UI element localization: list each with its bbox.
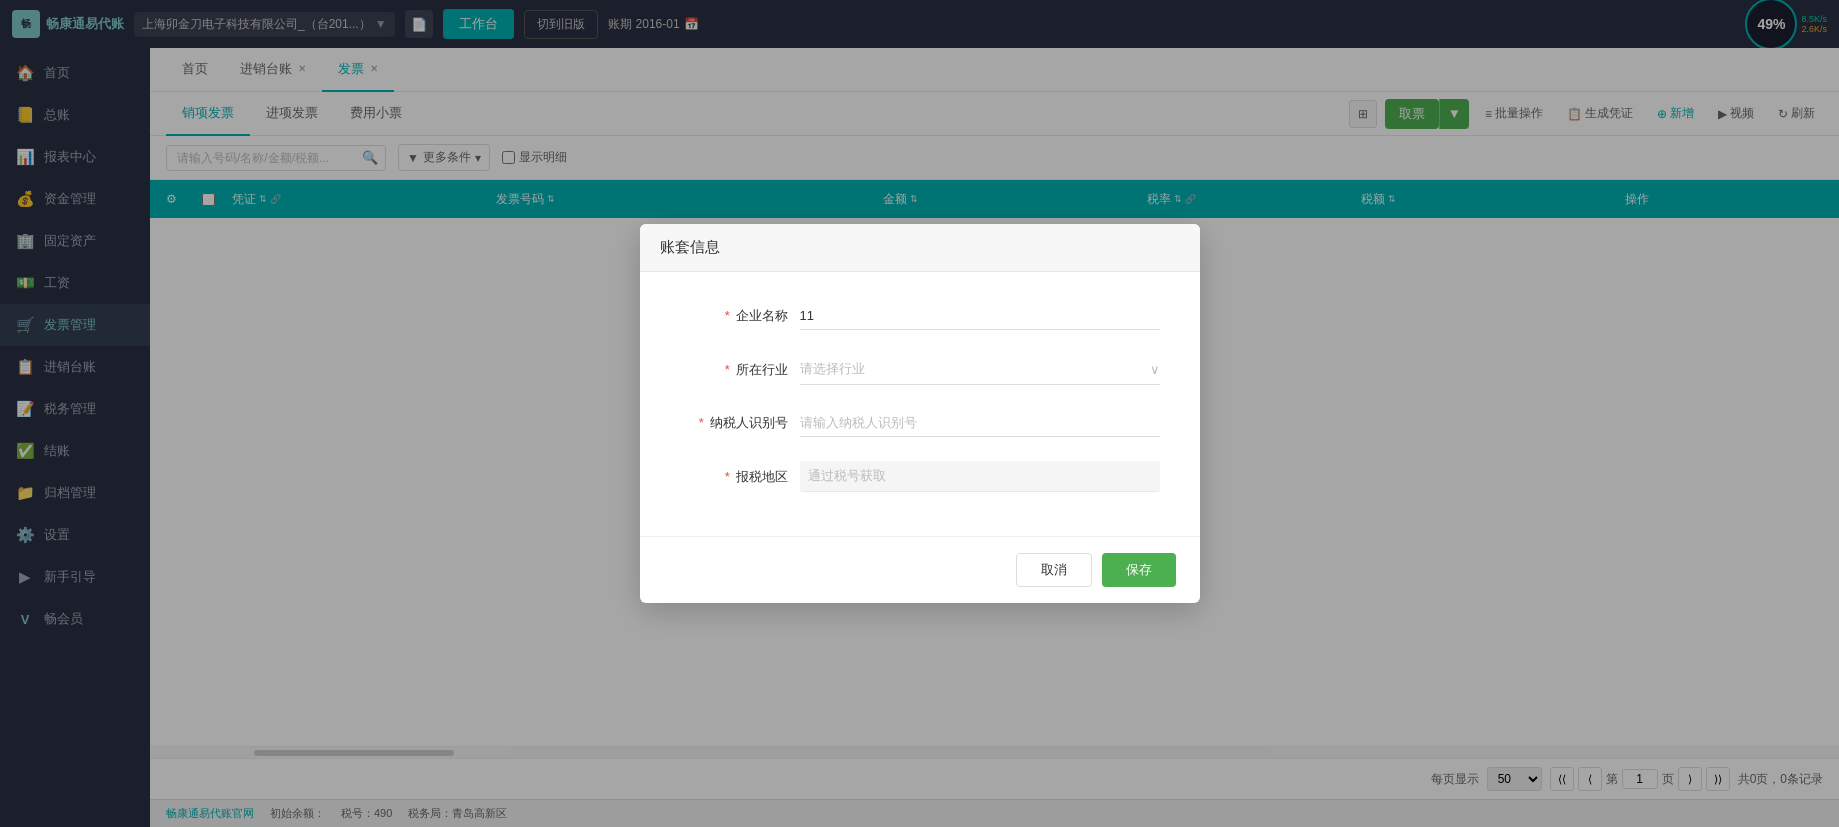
required-star: * — [725, 308, 730, 323]
tax-id-input[interactable] — [800, 409, 1160, 437]
industry-label: * 所在行业 — [680, 361, 800, 379]
taxid-label: * 纳税人识别号 — [680, 414, 800, 432]
company-label: * 企业名称 — [680, 307, 800, 325]
save-button[interactable]: 保存 — [1102, 553, 1176, 587]
tax-region-field: 通过税号获取 — [800, 461, 1160, 492]
required-star-industry: * — [725, 362, 730, 377]
modal-footer: 取消 保存 — [640, 536, 1200, 603]
modal-overlay[interactable]: 账套信息 * 企业名称 * 所在行业 请选择行业 ∨ — [0, 0, 1839, 827]
industry-select[interactable]: 请选择行业 ∨ — [800, 354, 1160, 385]
modal-dialog: 账套信息 * 企业名称 * 所在行业 请选择行业 ∨ — [640, 224, 1200, 603]
company-name-input[interactable] — [800, 302, 1160, 330]
required-star-region: * — [725, 469, 730, 484]
modal-body: * 企业名称 * 所在行业 请选择行业 ∨ * 纳 — [640, 272, 1200, 536]
form-row-taxid: * 纳税人识别号 — [680, 409, 1160, 437]
cancel-button[interactable]: 取消 — [1016, 553, 1092, 587]
required-star-taxid: * — [699, 415, 704, 430]
industry-placeholder: 请选择行业 — [800, 360, 865, 378]
form-row-company: * 企业名称 — [680, 302, 1160, 330]
region-label: * 报税地区 — [680, 468, 800, 486]
industry-dropdown-icon: ∨ — [1150, 362, 1160, 377]
modal-header: 账套信息 — [640, 224, 1200, 272]
form-row-industry: * 所在行业 请选择行业 ∨ — [680, 354, 1160, 385]
modal-title: 账套信息 — [660, 238, 720, 255]
form-row-region: * 报税地区 通过税号获取 — [680, 461, 1160, 492]
